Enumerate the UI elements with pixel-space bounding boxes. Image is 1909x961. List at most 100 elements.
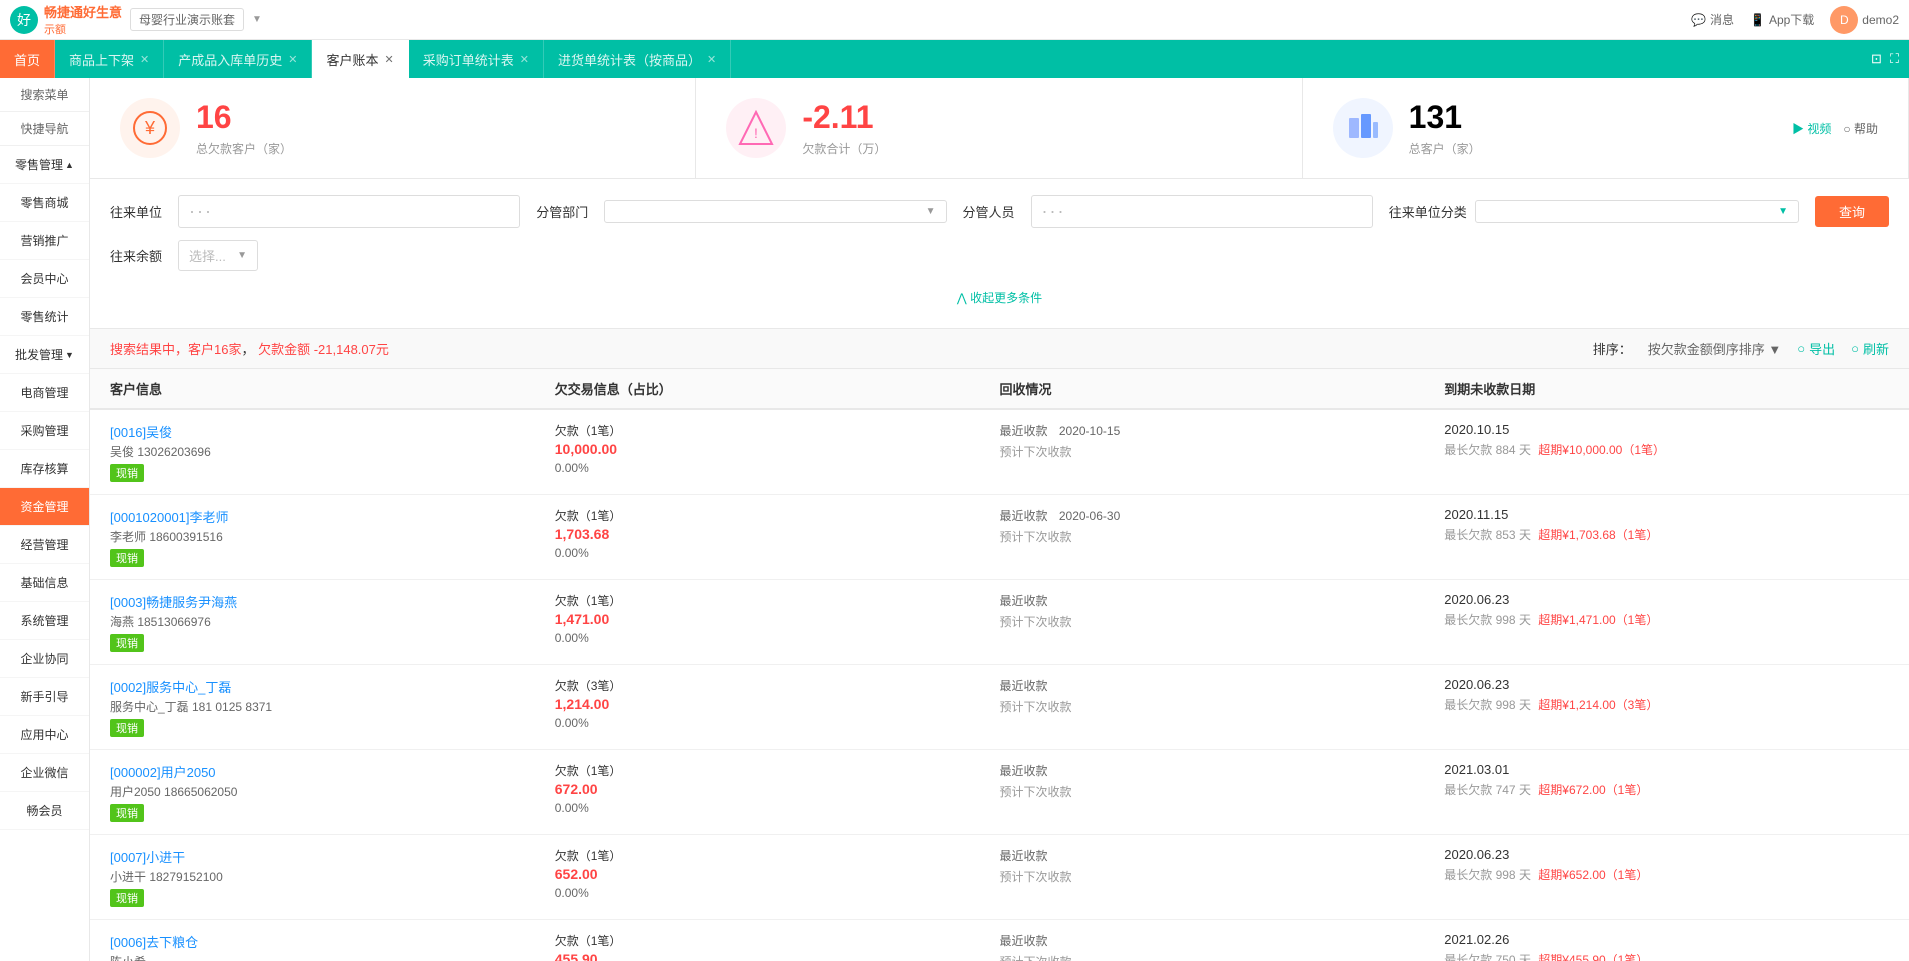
refresh-btn[interactable]: ○ 刷新 xyxy=(1851,339,1889,358)
tab-customer[interactable]: 客户账本 ✕ xyxy=(312,40,408,78)
due-date-2: 2020.06.23 xyxy=(1444,592,1889,607)
export-icon: ○ xyxy=(1797,341,1805,356)
next-collection-4: 预计下次收款 xyxy=(1000,783,1445,800)
tab-close-stock[interactable]: ✕ xyxy=(707,53,716,66)
sidebar-item-retail-store[interactable]: 零售商城 xyxy=(0,184,89,222)
customer-name-1[interactable]: [0001020001]李老师 xyxy=(110,507,555,526)
debt-info-3: 欠款（3笔） 1,214.00 0.00% xyxy=(555,677,1000,730)
sidebar-item-member[interactable]: 畅会员 xyxy=(0,792,89,830)
tab-production[interactable]: 产成品入库单历史 ✕ xyxy=(164,40,312,78)
tab-stock[interactable]: 进货单统计表（按商品） ✕ xyxy=(544,40,731,78)
debt-info-2: 欠款（1笔） 1,471.00 0.00% xyxy=(555,592,1000,645)
dept-input[interactable]: ▼ xyxy=(604,200,946,223)
from-unit-input[interactable]: ··· xyxy=(178,195,520,228)
sidebar-item-purchase[interactable]: 采购管理 xyxy=(0,412,89,450)
debt-count-3: 欠款（3笔） xyxy=(555,677,1000,694)
tenant-selector[interactable]: 母婴行业演示账套 xyxy=(130,8,244,31)
sidebar-item-enterprise[interactable]: 企业协同 xyxy=(0,640,89,678)
svg-text:¥: ¥ xyxy=(144,118,156,138)
user-menu[interactable]: D demo2 xyxy=(1830,6,1899,34)
sidebar-item-wechat[interactable]: 企业微信 xyxy=(0,754,89,792)
stat-card-customers: ¥ 16 总欠款客户（家） xyxy=(90,78,696,178)
sidebar-item-operations[interactable]: 经营管理 xyxy=(0,526,89,564)
help-btn[interactable]: ○ 帮助 xyxy=(1843,120,1878,137)
filter-dept: 分管部门 ▼ xyxy=(536,200,946,223)
sidebar-item-finance[interactable]: 资金管理 xyxy=(0,488,89,526)
sidebar-item-ecommerce[interactable]: 电商管理 xyxy=(0,374,89,412)
table-row: [0006]去下粮仓 陈小希 现销 欠款（1笔） 455.90 0.00% 最近… xyxy=(90,920,1909,961)
sort-selector[interactable]: 按欠款金额倒序排序 ▼ xyxy=(1648,339,1781,358)
export-btn[interactable]: ○ 导出 xyxy=(1797,339,1835,358)
collapse-filters-btn[interactable]: ⋀ 收起更多条件 xyxy=(110,283,1889,312)
message-btn[interactable]: 💬 消息 xyxy=(1691,11,1734,28)
sidebar-item-wholesale-mgmt[interactable]: 批发管理 ▼ xyxy=(0,336,89,374)
due-info-5: 2020.06.23 最长欠款 998 天 超期¥652.00（1笔） xyxy=(1444,847,1889,883)
app-download-btn[interactable]: 📱 App下载 xyxy=(1750,11,1814,28)
customer-phone-2: 海燕 18513066976 xyxy=(110,613,555,630)
balance-select[interactable]: 选择... ▼ xyxy=(178,240,258,271)
overdue-days-0: 最长欠款 884 天 超期¥10,000.00（1笔） xyxy=(1444,441,1889,458)
stat-value-total: 131 xyxy=(1409,99,1481,136)
sort-label: 排序： xyxy=(1593,339,1632,358)
unit-category-input[interactable]: ▼ xyxy=(1475,200,1799,223)
sidebar-item-inventory[interactable]: 库存核算 xyxy=(0,450,89,488)
debt-amount-2: 1,471.00 xyxy=(555,611,1000,627)
collection-info-2: 最近收款 预计下次收款 xyxy=(1000,592,1445,630)
tab-close-production[interactable]: ✕ xyxy=(288,53,297,66)
chevron-down-icon-2: ▼ xyxy=(65,350,74,360)
collapse-icon: ⋀ xyxy=(957,291,970,305)
customer-info-6: [0006]去下粮仓 陈小希 现销 xyxy=(110,932,555,961)
sidebar-item-retail-stats[interactable]: 零售统计 xyxy=(0,298,89,336)
debt-percent-4: 0.00% xyxy=(555,801,1000,815)
collection-label-2: 最近收款 xyxy=(1000,592,1445,609)
sidebar-item-apps[interactable]: 应用中心 xyxy=(0,716,89,754)
tab-products[interactable]: 商品上下架 ✕ xyxy=(55,40,164,78)
collection-label-0: 最近收款 2020-10-15 xyxy=(1000,422,1445,439)
col-header-customer: 客户信息 xyxy=(110,379,555,398)
customer-name-0[interactable]: [0016]吴俊 xyxy=(110,422,555,441)
sidebar-item-guide[interactable]: 新手引导 xyxy=(0,678,89,716)
quick-nav[interactable]: 快捷导航 xyxy=(0,112,89,146)
debt-count-5: 欠款（1笔） xyxy=(555,847,1000,864)
tab-home[interactable]: 首页 xyxy=(0,40,55,78)
overdue-days-6: 最长欠款 750 天 超期¥455.90（1笔） xyxy=(1444,951,1889,961)
sidebar-item-marketing[interactable]: 营销推广 xyxy=(0,222,89,260)
sidebar-item-basic-info[interactable]: 基础信息 xyxy=(0,564,89,602)
col-header-debt: 欠交易信息（占比） xyxy=(555,379,1000,398)
tab-close-products[interactable]: ✕ xyxy=(140,53,149,66)
tab-close-customer[interactable]: ✕ xyxy=(385,53,394,66)
debt-amount-1: 1,703.68 xyxy=(555,526,1000,542)
window-restore-icon[interactable]: ⊡ xyxy=(1871,51,1882,67)
debt-amount-0: 10,000.00 xyxy=(555,441,1000,457)
query-button[interactable]: 查询 xyxy=(1815,196,1889,227)
customer-name-2[interactable]: [0003]畅捷服务尹海燕 xyxy=(110,592,555,611)
filter-person: 分管人员 ··· xyxy=(963,195,1373,228)
filter-row-1: 往来单位 ··· 分管部门 ▼ 分管人员 xyxy=(110,195,1889,228)
customer-name-4[interactable]: [000002]用户2050 xyxy=(110,762,555,781)
tenant-dropdown-icon[interactable]: ▼ xyxy=(252,14,262,25)
sidebar-item-system[interactable]: 系统管理 xyxy=(0,602,89,640)
video-btn[interactable]: ▶ 视频 xyxy=(1792,120,1831,137)
window-expand-icon[interactable]: ⛶ xyxy=(1890,51,1899,67)
logo-area: 好 畅捷通好生意 示额 xyxy=(10,2,122,37)
sidebar-item-membership[interactable]: 会员中心 xyxy=(0,260,89,298)
stat-card-debt: ! -2.11 欠款合计（万） xyxy=(696,78,1302,178)
sidebar-link[interactable]: 示额 xyxy=(44,21,122,37)
customer-phone-5: 小进干 18279152100 xyxy=(110,868,555,885)
debt-percent-3: 0.00% xyxy=(555,716,1000,730)
overdue-days-4: 最长欠款 747 天 超期¥672.00（1笔） xyxy=(1444,781,1889,798)
customer-name-3[interactable]: [0002]服务中心_丁磊 xyxy=(110,677,555,696)
sidebar-item-retail-mgmt[interactable]: 零售管理 ▲ xyxy=(0,146,89,184)
customer-name-6[interactable]: [0006]去下粮仓 xyxy=(110,932,555,951)
debt-count-4: 欠款（1笔） xyxy=(555,762,1000,779)
debt-info-5: 欠款（1笔） 652.00 0.00% xyxy=(555,847,1000,900)
tab-purchase[interactable]: 采购订单统计表 ✕ xyxy=(409,40,544,78)
customer-name-5[interactable]: [0007]小进干 xyxy=(110,847,555,866)
tab-close-purchase[interactable]: ✕ xyxy=(520,53,529,66)
debt-count-1: 欠款（1笔） xyxy=(555,507,1000,524)
customer-info-4: [000002]用户2050 用户2050 18665062050 现销 xyxy=(110,762,555,822)
person-input[interactable]: ··· xyxy=(1031,195,1373,228)
due-info-6: 2021.02.26 最长欠款 750 天 超期¥455.90（1笔） xyxy=(1444,932,1889,961)
stat-card-total: 131 总客户（家） ▶ 视频 ○ 帮助 xyxy=(1303,78,1909,178)
search-menu[interactable]: 搜索菜单 xyxy=(0,78,89,112)
